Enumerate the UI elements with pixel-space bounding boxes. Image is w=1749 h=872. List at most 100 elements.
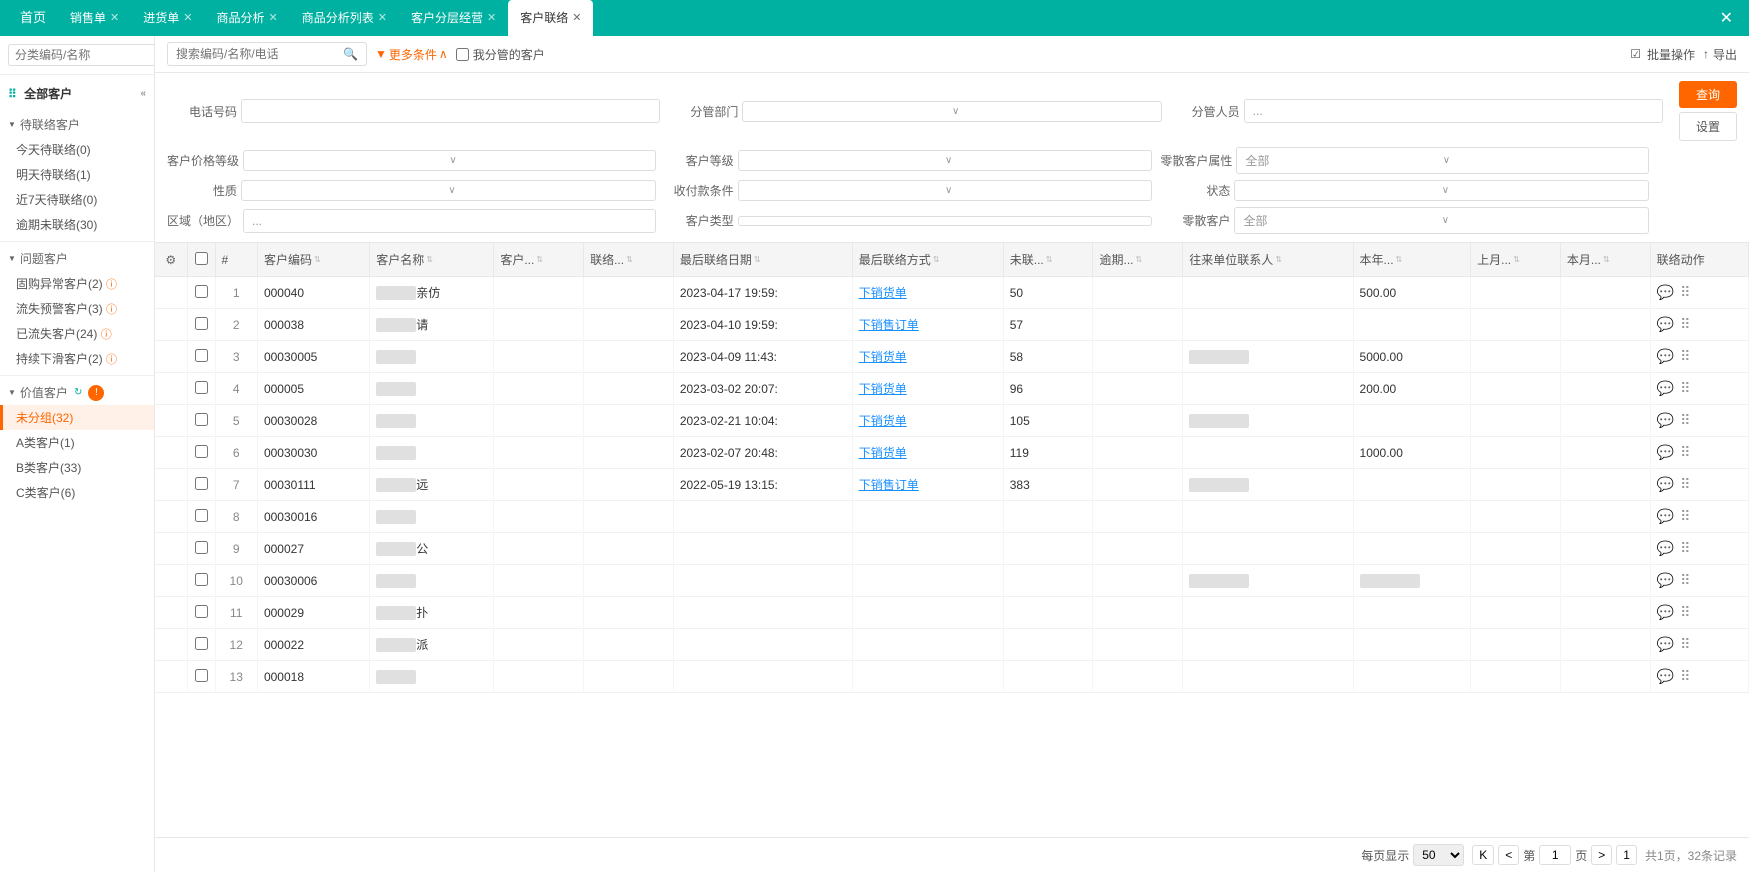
dept-select[interactable]: ∨ xyxy=(742,101,1161,122)
row-select-checkbox[interactable] xyxy=(195,669,208,682)
row-select-checkbox[interactable] xyxy=(195,317,208,330)
row-checkbox[interactable] xyxy=(187,309,215,341)
search-input[interactable] xyxy=(176,47,343,61)
my-customers-check[interactable] xyxy=(456,48,469,61)
row-select-checkbox[interactable] xyxy=(195,413,208,426)
chat-icon[interactable]: 💬 xyxy=(1657,572,1674,589)
th-last-month[interactable]: 上月...⇅ xyxy=(1471,243,1561,277)
grid-icon[interactable]: ⠿ xyxy=(1680,508,1690,525)
page-number-input[interactable] xyxy=(1539,845,1571,865)
sidebar-search-input[interactable] xyxy=(8,44,155,66)
phone-input[interactable] xyxy=(241,99,660,123)
row-checkbox[interactable] xyxy=(187,629,215,661)
more-conditions-button[interactable]: ▼ 更多条件 ∧ xyxy=(375,46,448,63)
chat-icon[interactable]: 💬 xyxy=(1657,284,1674,301)
reset-button[interactable]: 设置 xyxy=(1679,112,1737,141)
row-select-checkbox[interactable] xyxy=(195,541,208,554)
th-cat[interactable]: 客户...⇅ xyxy=(494,243,584,277)
row-select-checkbox[interactable] xyxy=(195,573,208,586)
row-select-checkbox[interactable] xyxy=(195,285,208,298)
sidebar-item-class-b[interactable]: B类客户(33) xyxy=(0,455,154,480)
chat-icon[interactable]: 💬 xyxy=(1657,380,1674,397)
th-partner[interactable]: 往来单位联系人⇅ xyxy=(1183,243,1353,277)
sidebar-all-customers-header[interactable]: ⠿ 全部客户 « xyxy=(0,79,154,108)
grid-icon[interactable]: ⠿ xyxy=(1680,412,1690,429)
customer-level-select[interactable]: ∨ xyxy=(738,150,1153,171)
grid-icon[interactable]: ⠿ xyxy=(1680,444,1690,461)
chat-icon[interactable]: 💬 xyxy=(1657,540,1674,557)
th-contact[interactable]: 联络...⇅ xyxy=(584,243,674,277)
grid-icon[interactable]: ⠿ xyxy=(1680,380,1690,397)
retail-attr-select[interactable]: 全部 ∨ xyxy=(1236,147,1649,174)
last-way-link[interactable]: 下销货单 xyxy=(859,350,907,364)
nav-tab-customer-contact[interactable]: 客户联络 ✕ xyxy=(508,0,593,36)
grid-icon[interactable]: ⠿ xyxy=(1680,476,1690,493)
grid-icon[interactable]: ⠿ xyxy=(1680,540,1690,557)
row-select-checkbox[interactable] xyxy=(195,509,208,522)
row-select-checkbox[interactable] xyxy=(195,445,208,458)
sidebar-item-overdue-pending[interactable]: 逾期未联络(30) xyxy=(0,212,154,237)
row-checkbox[interactable] xyxy=(187,597,215,629)
row-select-checkbox[interactable] xyxy=(195,349,208,362)
last-way-link[interactable]: 下销货单 xyxy=(859,286,907,300)
sidebar-item-ungrouped[interactable]: 未分组(32) xyxy=(0,405,154,430)
grid-icon[interactable]: ⠿ xyxy=(1680,668,1690,685)
my-customers-checkbox[interactable]: 我分管的客户 xyxy=(456,46,545,63)
grid-icon[interactable]: ⠿ xyxy=(1680,284,1690,301)
sidebar-item-loss-warning[interactable]: 流失预警客户(3) ⓘ xyxy=(0,296,154,321)
chat-icon[interactable]: 💬 xyxy=(1657,348,1674,365)
first-page-button[interactable]: K xyxy=(1472,845,1494,865)
sidebar-item-class-c[interactable]: C类客户(6) xyxy=(0,480,154,505)
last-way-link[interactable]: 下销货单 xyxy=(859,382,907,396)
th-code[interactable]: 客户编码⇅ xyxy=(257,243,369,277)
grid-icon[interactable]: ⠿ xyxy=(1680,604,1690,621)
chat-icon[interactable]: 💬 xyxy=(1657,444,1674,461)
close-icon[interactable]: ✕ xyxy=(487,0,496,36)
row-checkbox[interactable] xyxy=(187,437,215,469)
row-select-checkbox[interactable] xyxy=(195,381,208,394)
search-icon[interactable]: 🔍 xyxy=(343,47,358,61)
nav-tab-analysis-list[interactable]: 商品分析列表 ✕ xyxy=(290,0,399,36)
th-cur-month[interactable]: 本月...⇅ xyxy=(1560,243,1650,277)
row-select-checkbox[interactable] xyxy=(195,637,208,650)
row-checkbox[interactable] xyxy=(187,373,215,405)
nav-tab-customer-tier[interactable]: 客户分层经营 ✕ xyxy=(399,0,508,36)
prev-page-button[interactable]: < xyxy=(1498,845,1519,865)
nav-tab-analysis[interactable]: 商品分析 ✕ xyxy=(204,0,289,36)
row-checkbox[interactable] xyxy=(187,341,215,373)
sidebar-item-today-pending[interactable]: 今天待联络(0) xyxy=(0,137,154,162)
payment-select[interactable]: ∨ xyxy=(738,180,1153,201)
th-last-date[interactable]: 最后联络日期⇅ xyxy=(673,243,852,277)
chat-icon[interactable]: 💬 xyxy=(1657,604,1674,621)
close-icon[interactable]: ✕ xyxy=(378,0,387,36)
window-close-button[interactable]: ✕ xyxy=(1712,8,1741,28)
chat-icon[interactable]: 💬 xyxy=(1657,668,1674,685)
gender-select[interactable]: ∨ xyxy=(241,180,656,201)
sidebar-item-week-pending[interactable]: 近7天待联络(0) xyxy=(0,187,154,212)
sidebar-item-lost[interactable]: 已流失客户(24) ⓘ xyxy=(0,321,154,346)
row-checkbox[interactable] xyxy=(187,501,215,533)
th-name[interactable]: 客户名称⇅ xyxy=(370,243,494,277)
row-select-checkbox[interactable] xyxy=(195,477,208,490)
row-select-checkbox[interactable] xyxy=(195,605,208,618)
page-size-select[interactable]: 50 10 20 100 xyxy=(1413,844,1464,866)
sidebar-item-abnormal[interactable]: 固购异常客户(2) ⓘ xyxy=(0,271,154,296)
nav-tab-purchase[interactable]: 进货单 ✕ xyxy=(131,0,204,36)
chat-icon[interactable]: 💬 xyxy=(1657,412,1674,429)
last-way-link[interactable]: 下销货单 xyxy=(859,446,907,460)
last-page-button[interactable]: 1 xyxy=(1616,845,1637,865)
sidebar-item-tomorrow-pending[interactable]: 明天待联络(1) xyxy=(0,162,154,187)
batch-ops-button[interactable]: ☑ 批量操作 xyxy=(1630,46,1695,63)
close-icon[interactable]: ✕ xyxy=(110,0,119,36)
row-checkbox[interactable] xyxy=(187,405,215,437)
status-select[interactable]: ∨ xyxy=(1234,180,1649,201)
th-overdue[interactable]: 逾期...⇅ xyxy=(1093,243,1183,277)
chat-icon[interactable]: 💬 xyxy=(1657,476,1674,493)
last-way-link[interactable]: 下销售订单 xyxy=(859,318,919,332)
grid-icon[interactable]: ⠿ xyxy=(1680,348,1690,365)
settings-icon[interactable]: ⚙ xyxy=(165,253,176,267)
th-last-way[interactable]: 最后联络方式⇅ xyxy=(852,243,1003,277)
select-all-checkbox[interactable] xyxy=(195,252,208,265)
close-icon[interactable]: ✕ xyxy=(269,0,278,36)
row-checkbox[interactable] xyxy=(187,533,215,565)
